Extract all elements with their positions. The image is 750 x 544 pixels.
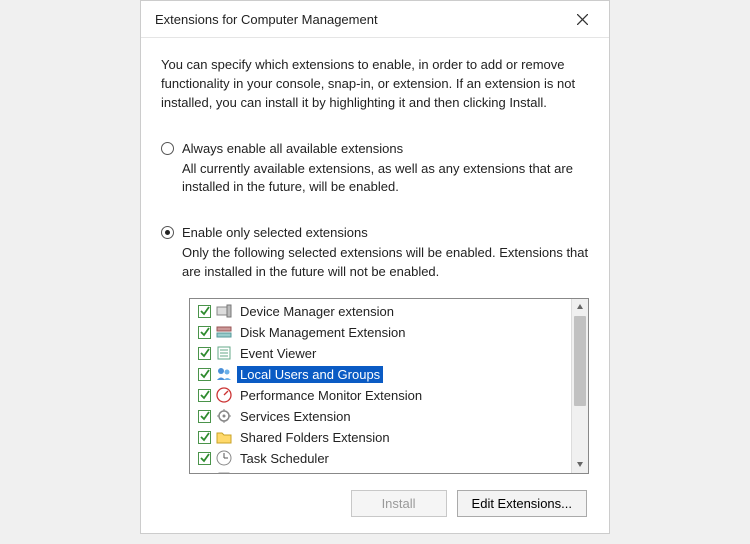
wmi-icon — [216, 471, 232, 474]
titlebar: Extensions for Computer Management — [141, 1, 609, 38]
checkbox[interactable] — [198, 389, 211, 402]
radio-all-label: Always enable all available extensions — [182, 141, 403, 156]
list-item[interactable]: Shared Folders Extension — [194, 427, 588, 448]
extensions-listbox[interactable]: Device Manager extension Disk Management … — [189, 298, 589, 474]
list-item-label: Local Users and Groups — [237, 366, 383, 383]
dialog-title: Extensions for Computer Management — [155, 12, 378, 27]
edit-extensions-button[interactable]: Edit Extensions... — [457, 490, 587, 517]
checkbox[interactable] — [198, 473, 211, 474]
list-item[interactable]: Disk Management Extension — [194, 322, 588, 343]
extensions-list: Device Manager extension Disk Management … — [190, 299, 588, 474]
checkbox[interactable] — [198, 347, 211, 360]
scroll-up[interactable] — [572, 299, 588, 316]
list-item[interactable]: Performance Monitor Extension — [194, 385, 588, 406]
dialog-content: You can specify which extensions to enab… — [141, 38, 609, 533]
list-item-label: Disk Management Extension — [237, 324, 408, 341]
checkbox[interactable] — [198, 431, 211, 444]
list-item[interactable]: Device Manager extension — [194, 301, 588, 322]
radio-option-all[interactable]: Always enable all available extensions A… — [161, 141, 589, 198]
list-item-label: Services Extension — [237, 408, 354, 425]
list-item-label: WMI Control — [237, 471, 315, 474]
list-item-label: Task Scheduler — [237, 450, 332, 467]
list-item[interactable]: Task Scheduler — [194, 448, 588, 469]
list-item[interactable]: Services Extension — [194, 406, 588, 427]
install-button[interactable]: Install — [351, 490, 447, 517]
list-item-label: Device Manager extension — [237, 303, 397, 320]
radio-selected[interactable] — [161, 226, 174, 239]
performance-icon — [216, 387, 232, 403]
scroll-down[interactable] — [572, 456, 588, 473]
list-item[interactable]: WMI Control — [194, 469, 588, 474]
scrollbar[interactable] — [571, 299, 588, 473]
checkbox[interactable] — [198, 305, 211, 318]
list-item-label: Shared Folders Extension — [237, 429, 393, 446]
list-item[interactable]: Local Users and Groups — [194, 364, 588, 385]
radio-selected-label: Enable only selected extensions — [182, 225, 368, 240]
radio-option-selected[interactable]: Enable only selected extensions Only the… — [161, 225, 589, 282]
list-item[interactable]: Event Viewer — [194, 343, 588, 364]
radio-selected-desc: Only the following selected extensions w… — [182, 244, 589, 282]
intro-text: You can specify which extensions to enab… — [161, 56, 589, 113]
close-icon — [577, 14, 588, 25]
checkbox[interactable] — [198, 368, 211, 381]
checkbox[interactable] — [198, 452, 211, 465]
disk-management-icon — [216, 324, 232, 340]
services-icon — [216, 408, 232, 424]
users-groups-icon — [216, 366, 232, 382]
scroll-thumb[interactable] — [574, 316, 586, 406]
checkbox[interactable] — [198, 410, 211, 423]
radio-all[interactable] — [161, 142, 174, 155]
button-row: Install Edit Extensions... — [161, 490, 589, 517]
device-manager-icon — [216, 303, 232, 319]
event-viewer-icon — [216, 345, 232, 361]
extensions-dialog: Extensions for Computer Management You c… — [140, 0, 610, 534]
close-button[interactable] — [567, 7, 597, 31]
shared-folders-icon — [216, 429, 232, 445]
list-item-label: Event Viewer — [237, 345, 319, 362]
radio-all-desc: All currently available extensions, as w… — [182, 160, 589, 198]
task-scheduler-icon — [216, 450, 232, 466]
checkbox[interactable] — [198, 326, 211, 339]
list-item-label: Performance Monitor Extension — [237, 387, 425, 404]
